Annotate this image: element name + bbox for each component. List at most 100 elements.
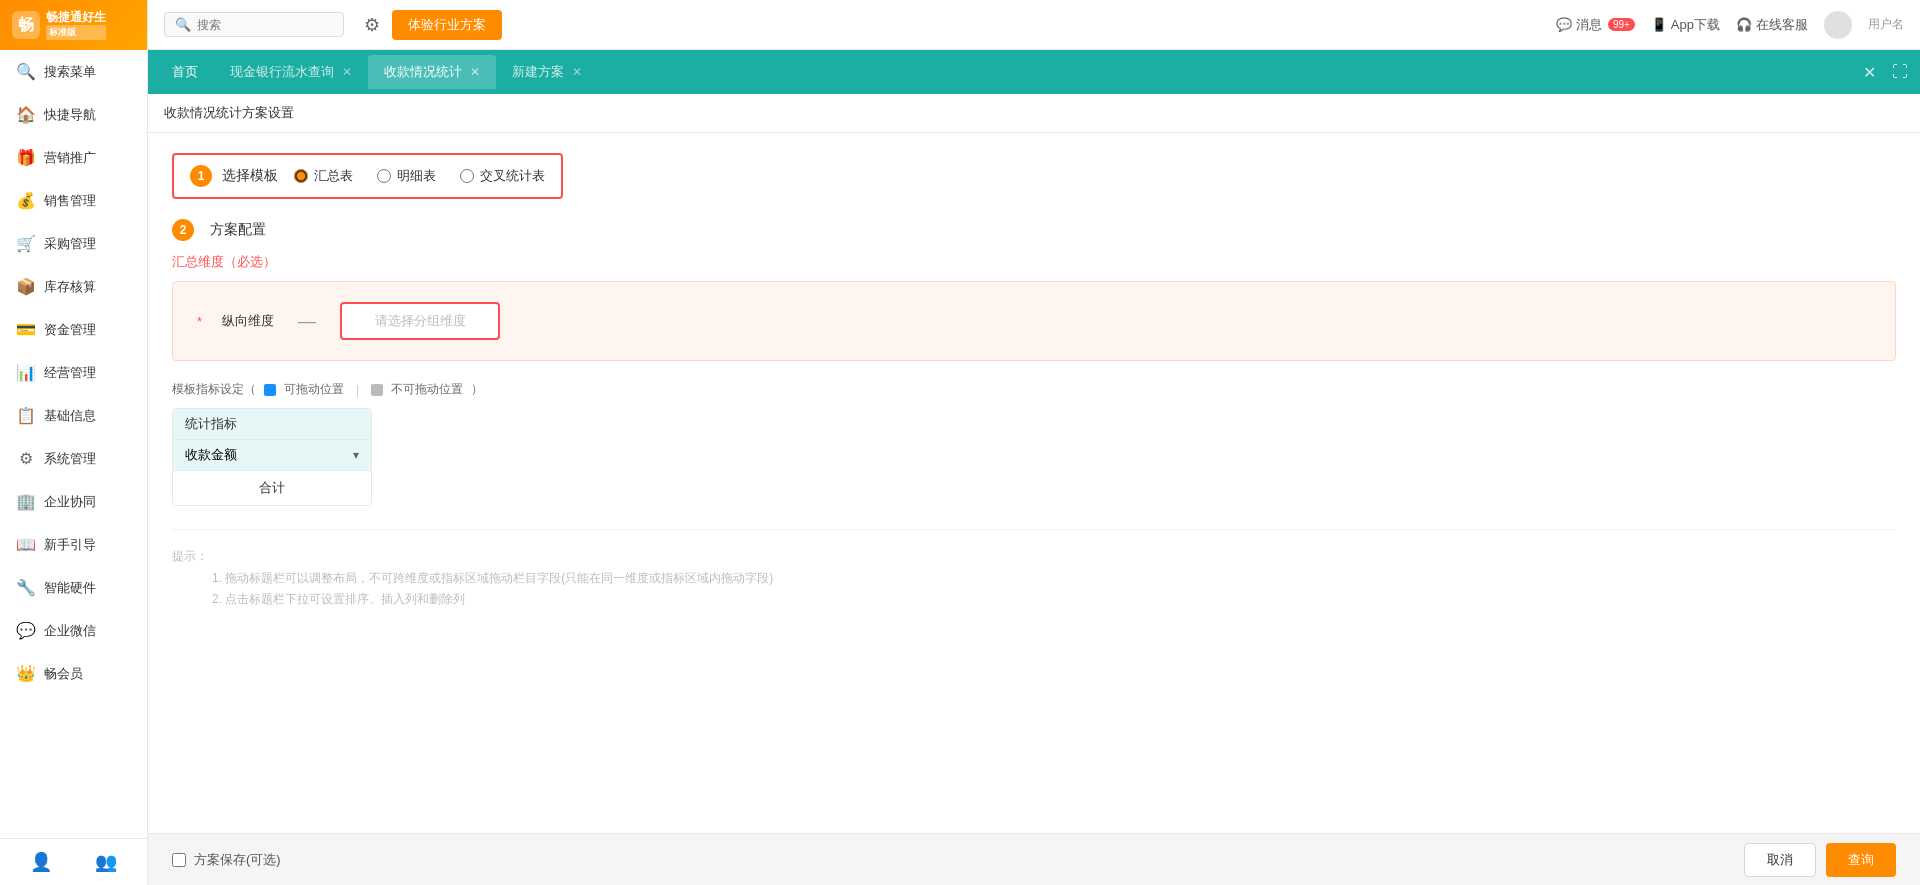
settings-icon[interactable]: ⚙ [364,14,380,36]
download-label: App下载 [1671,16,1720,34]
topbar-right: 💬 消息 99+ 📱 App下载 🎧 在线客服 用户名 [1556,11,1904,39]
page-header: 收款情况统计方案设置 [148,94,1920,133]
radio-cross[interactable]: 交叉统计表 [460,167,545,185]
tab-expand-icon[interactable]: ⛶ [1888,59,1912,85]
step1-row: 1 选择模板 汇总表 明细表 交叉统计表 [172,153,1896,199]
sidebar-item-wechat[interactable]: 💬 企业微信 [0,609,147,652]
sidebar-item-search-menu[interactable]: 🔍 搜索菜单 [0,50,147,93]
tab-collection-stats[interactable]: 收款情况统计 ✕ [368,55,496,89]
row-dimension-label: 纵向维度 [222,312,274,330]
tab-bank-flow-close[interactable]: ✕ [342,65,352,79]
card-icon: 💳 [16,320,36,339]
save-plan-checkbox[interactable] [172,853,186,867]
dimension-placeholder[interactable]: 请选择分组维度 [340,302,500,340]
tab-close-all-icon[interactable]: ✕ [1859,59,1880,86]
sidebar-item-cooperation[interactable]: 🏢 企业协同 [0,480,147,523]
sidebar-item-hardware[interactable]: 🔧 智能硬件 [0,566,147,609]
chat-icon: 💬 [16,621,36,640]
step1-badge: 1 [190,165,212,187]
topbar-search-box[interactable]: 🔍 [164,12,344,37]
logo-text: 畅捷通好生 [46,10,106,24]
clipboard-icon: 📋 [16,406,36,425]
message-item[interactable]: 💬 消息 99+ [1556,16,1635,34]
dimension-arrow-icon: — [298,311,316,332]
sidebar-item-operation[interactable]: 📊 经营管理 [0,351,147,394]
cart-icon: 🛒 [16,234,36,253]
sidebar-item-label: 搜索菜单 [44,63,96,81]
sidebar-logo: 畅 畅捷通好生 标准版 [0,0,147,50]
search-icon: 🔍 [175,17,191,32]
metrics-chevron-icon[interactable]: ▾ [353,448,359,462]
topbar: 🔍 ⚙ 体验行业方案 💬 消息 99+ 📱 App下载 🎧 在线客服 用户名 [148,0,1920,50]
sidebar-item-label: 资金管理 [44,321,96,339]
search-menu-icon: 🔍 [16,62,36,81]
radio-summary-input[interactable] [294,169,308,183]
tabbar-right: ✕ ⛶ [1859,59,1912,86]
sidebar-footer-avatar1[interactable]: 👤 [30,851,52,873]
tab-collection-stats-label: 收款情况统计 [384,63,462,81]
sidebar-item-guide[interactable]: 📖 新手引导 [0,523,147,566]
metrics-label-text: 模板指标设定（ [172,381,256,398]
dimension-area: * 纵向维度 — 请选择分组维度 [172,281,1896,361]
tabbar: 首页 现金银行流水查询 ✕ 收款情况统计 ✕ 新建方案 ✕ ✕ ⛶ [148,50,1920,94]
crown-icon: 👑 [16,664,36,683]
sidebar-item-marketing[interactable]: 🎁 营销推广 [0,136,147,179]
metrics-row-total: 合计 [173,471,371,505]
draggable-label: 可拖动位置 [284,381,344,398]
chart-icon: 📊 [16,363,36,382]
sidebar-item-capital[interactable]: 💳 资金管理 [0,308,147,351]
gear-icon: ⚙ [16,449,36,468]
message-badge: 99+ [1608,18,1635,31]
support-item[interactable]: 🎧 在线客服 [1736,16,1808,34]
tab-home[interactable]: 首页 [156,55,214,89]
step2-label: 方案配置 [210,221,266,239]
sidebar-item-quick-nav[interactable]: 🏠 快捷导航 [0,93,147,136]
non-draggable-label: 不可拖动位置 [391,381,463,398]
sidebar-item-inventory[interactable]: 📦 库存核算 [0,265,147,308]
headset-icon: 🎧 [1736,17,1752,32]
step2-badge: 2 [172,219,194,241]
metrics-column-header[interactable]: 收款金额 ▾ [173,440,371,471]
radio-summary-label: 汇总表 [314,167,353,185]
sidebar-item-system[interactable]: ⚙ 系统管理 [0,437,147,480]
tab-new-plan[interactable]: 新建方案 ✕ [496,55,598,89]
sidebar-item-member[interactable]: 👑 畅会员 [0,652,147,695]
metrics-label-close: ） [471,381,483,398]
sidebar-footer-avatar2[interactable]: 👥 [95,851,117,873]
industry-btn[interactable]: 体验行业方案 [392,10,502,40]
radio-summary[interactable]: 汇总表 [294,167,353,185]
tab-collection-stats-close[interactable]: ✕ [470,65,480,79]
query-button[interactable]: 查询 [1826,843,1896,877]
gift-icon: 🎁 [16,148,36,167]
step2-row: 2 方案配置 [172,219,1896,241]
sidebar-item-label: 销售管理 [44,192,96,210]
download-item[interactable]: 📱 App下载 [1651,16,1720,34]
sidebar-item-sales[interactable]: 💰 销售管理 [0,179,147,222]
metrics-table-header: 统计指标 [173,409,371,440]
tab-bank-flow[interactable]: 现金银行流水查询 ✕ [214,55,368,89]
save-plan-label[interactable]: 方案保存(可选) [194,851,281,869]
draggable-dot [264,384,276,396]
sidebar-item-label: 库存核算 [44,278,96,296]
tab-new-plan-close[interactable]: ✕ [572,65,582,79]
sidebar-item-purchase[interactable]: 🛒 采购管理 [0,222,147,265]
hint-line2: 2. 点击标题栏下拉可设置排序、插入列和删除列 [212,589,1896,611]
sidebar-item-label: 新手引导 [44,536,96,554]
sidebar-item-label: 营销推广 [44,149,96,167]
radio-detail-input[interactable] [377,169,391,183]
sidebar-item-basic[interactable]: 📋 基础信息 [0,394,147,437]
radio-cross-input[interactable] [460,169,474,183]
money-icon: 💰 [16,191,36,210]
non-draggable-dot [371,384,383,396]
search-input[interactable] [197,18,317,32]
sidebar-item-label: 智能硬件 [44,579,96,597]
hint-title: 提示： [172,546,1896,568]
radio-detail[interactable]: 明细表 [377,167,436,185]
legend-separator: | [356,383,359,397]
box-icon: 📦 [16,277,36,296]
tab-bank-flow-label: 现金银行流水查询 [230,63,334,81]
username-label: 用户名 [1868,16,1904,33]
radio-cross-label: 交叉统计表 [480,167,545,185]
sidebar-item-label: 畅会员 [44,665,83,683]
cancel-button[interactable]: 取消 [1744,843,1816,877]
